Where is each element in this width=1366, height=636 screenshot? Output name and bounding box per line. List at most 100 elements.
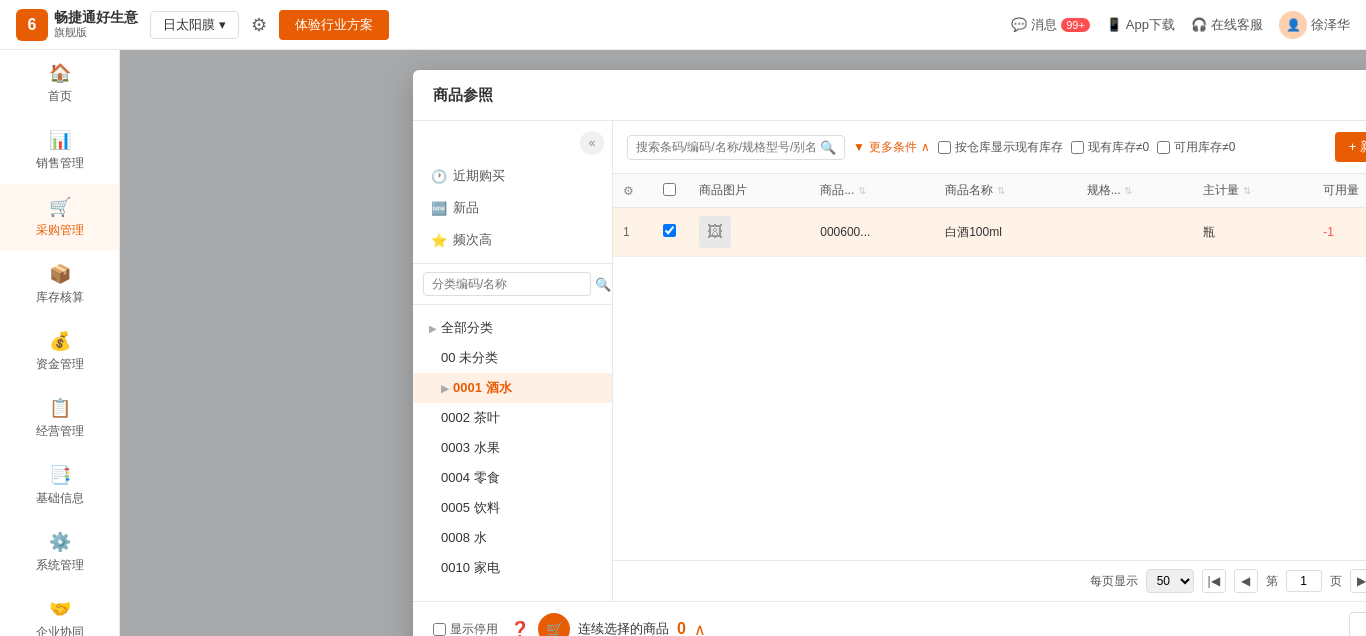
sidebar-item-system[interactable]: ⚙️ 系统管理 [0, 519, 119, 586]
sales-icon: 📊 [49, 129, 71, 151]
sidebar-item-home[interactable]: 🏠 首页 [0, 50, 119, 117]
logo-text: 畅捷通好生意 旗舰版 [54, 9, 138, 41]
product-name: 白酒100ml [935, 208, 1076, 257]
logo-icon: 6 [16, 9, 48, 41]
arrow-icon-liquor: ▶ [441, 383, 449, 394]
stock-ne0-checkbox[interactable] [1071, 141, 1084, 154]
cart-area: ❓ 🛒 连续选择的商品 0 ∧ [510, 613, 706, 636]
select-all-checkbox[interactable] [663, 183, 676, 196]
product-search-input[interactable] [636, 140, 816, 154]
sort-icon-code: ⇅ [858, 185, 866, 196]
headset-icon: 🎧 [1191, 17, 1207, 32]
sidebar-label-finance: 资金管理 [36, 356, 84, 373]
chevron-down-icon: ▾ [219, 17, 226, 32]
tree-item-snack[interactable]: 0004 零食 [413, 463, 612, 493]
modal-header: 商品参照 ✕ [413, 70, 1366, 121]
inventory-icon: 📦 [49, 263, 71, 285]
help-icon[interactable]: ❓ [510, 620, 530, 637]
user-profile[interactable]: 👤 徐泽华 [1279, 11, 1350, 39]
tree-item-water[interactable]: 0008 水 [413, 523, 612, 553]
table-settings-icon[interactable]: ⚙ [623, 184, 634, 198]
search-icon[interactable]: 🔍 [595, 277, 611, 292]
tab-frequent[interactable]: ⭐ 频次高 [421, 225, 604, 255]
sidebar-item-sales[interactable]: 📊 销售管理 [0, 117, 119, 184]
page-size-select[interactable]: 50 [1146, 569, 1194, 593]
tree-item-fruit[interactable]: 0003 水果 [413, 433, 612, 463]
tree-item-beverage[interactable]: 0005 饮料 [413, 493, 612, 523]
content-area: 商品参照 ✕ « 🕐 近期购买 [120, 50, 1366, 636]
message-nav-item[interactable]: 💬 消息 99+ [1011, 16, 1090, 34]
tab-new-products[interactable]: 🆕 新品 [421, 193, 604, 223]
sidebar-label-inventory: 库存核算 [36, 289, 84, 306]
col-header-name[interactable]: 商品名称 ⇅ [935, 174, 1076, 208]
page-next-button[interactable]: ▶ [1350, 569, 1366, 593]
available-ne0-checkbox[interactable] [1157, 141, 1170, 154]
modal-body: « 🕐 近期购买 🆕 新品 ⭐ 频次高 [413, 121, 1366, 601]
message-icon: 💬 [1011, 17, 1027, 32]
cancel-button[interactable]: 取消 [1349, 612, 1366, 636]
category-search-area: 🔍 [413, 264, 612, 305]
checkbox-warehouse[interactable]: 按仓库显示现有库存 [938, 139, 1063, 156]
sidebar-item-basic[interactable]: 📑 基础信息 [0, 452, 119, 519]
col-header-code[interactable]: 商品... ⇅ [810, 174, 935, 208]
row-checkbox[interactable] [663, 224, 676, 237]
tree-item-liquor[interactable]: ▶ 0001 酒水 [413, 373, 612, 403]
page-prev-button[interactable]: ◀ [1234, 569, 1258, 593]
sidebar-item-collab[interactable]: 🤝 企业协同 [0, 586, 119, 636]
table-row[interactable]: 1 🖼 000600... 白酒100ml [613, 208, 1366, 257]
modal-right-panel: 🔍 ▼ 更多条件 ∧ 按仓库显示现有库存 [613, 121, 1366, 601]
sidebar-label-home: 首页 [48, 88, 72, 105]
product-modal: 商品参照 ✕ « 🕐 近期购买 [413, 70, 1366, 636]
service-item[interactable]: 🎧 在线客服 [1191, 16, 1263, 34]
sidebar-item-inventory[interactable]: 📦 库存核算 [0, 251, 119, 318]
sidebar: 🏠 首页 📊 销售管理 🛒 采购管理 📦 库存核算 💰 资金管理 📋 经营管理 … [0, 50, 120, 636]
tree-item-appliance[interactable]: 0010 家电 [413, 553, 612, 583]
tree-item-uncategorized[interactable]: 00 未分类 [413, 343, 612, 373]
collapse-up-button[interactable]: ∧ [694, 620, 706, 637]
gear-settings[interactable]: ⚙ [251, 14, 267, 36]
tree-item-all[interactable]: ▶ 全部分类 [413, 313, 612, 343]
sidebar-label-sales: 销售管理 [36, 155, 84, 172]
page-first-button[interactable]: |◀ [1202, 569, 1226, 593]
col-header-spec[interactable]: 规格... ⇅ [1077, 174, 1194, 208]
mobile-icon: 📱 [1106, 17, 1122, 32]
avatar: 👤 [1279, 11, 1307, 39]
footer-actions: 取消 确定 [1349, 612, 1366, 636]
cart-count: 0 [677, 620, 686, 636]
pagination: 每页显示 50 |◀ ◀ 第 页 ▶ ▶| 共1页，1条记录 [613, 560, 1366, 601]
search-icon[interactable]: 🔍 [820, 140, 836, 155]
disabled-checkbox[interactable] [433, 623, 446, 636]
cart-icon[interactable]: 🛒 [538, 613, 570, 636]
col-header-unit[interactable]: 主计量 ⇅ [1193, 174, 1313, 208]
page-number-input[interactable] [1286, 570, 1322, 592]
collapse-left-button[interactable]: « [580, 131, 604, 155]
sidebar-item-business[interactable]: 📋 经营管理 [0, 385, 119, 452]
checkbox-available-ne0[interactable]: 可用库存≠0 [1157, 139, 1235, 156]
warehouse-checkbox[interactable] [938, 141, 951, 154]
business-icon: 📋 [49, 397, 71, 419]
table-header-row: ⚙ 商品图片 商品... ⇅ [613, 174, 1366, 208]
sidebar-label-purchase: 采购管理 [36, 222, 84, 239]
sidebar-item-purchase[interactable]: 🛒 采购管理 [0, 184, 119, 251]
collab-icon: 🤝 [49, 598, 71, 620]
add-product-button[interactable]: + 新增商品 [1335, 132, 1366, 162]
nav-selector[interactable]: 日太阳膜 ▾ [150, 11, 239, 39]
page-size-label: 每页显示 [1090, 573, 1138, 590]
app-download-item[interactable]: 📱 App下载 [1106, 16, 1175, 34]
tab-recent-purchase[interactable]: 🕐 近期购买 [421, 161, 604, 191]
product-search-area: 🔍 [627, 135, 845, 160]
filter-button[interactable]: ▼ 更多条件 ∧ [853, 139, 930, 156]
show-disabled-checkbox[interactable]: 显示停用 [433, 621, 498, 637]
category-search-input[interactable] [423, 272, 591, 296]
sidebar-item-finance[interactable]: 💰 资金管理 [0, 318, 119, 385]
page-label: 第 [1266, 573, 1278, 590]
checkbox-stock-ne0[interactable]: 现有库存≠0 [1071, 139, 1149, 156]
sort-icon-unit: ⇅ [1243, 185, 1251, 196]
chevron-up-icon: ∧ [921, 140, 930, 154]
product-unit: 瓶 [1193, 208, 1313, 257]
nav-right: 💬 消息 99+ 📱 App下载 🎧 在线客服 👤 徐泽华 [1011, 11, 1350, 39]
tree-item-tea[interactable]: 0002 茶叶 [413, 403, 612, 433]
experience-button[interactable]: 体验行业方案 [279, 10, 389, 40]
product-code: 000600... [810, 208, 935, 257]
footer-left: 显示停用 ❓ 🛒 连续选择的商品 0 ∧ [433, 613, 706, 636]
